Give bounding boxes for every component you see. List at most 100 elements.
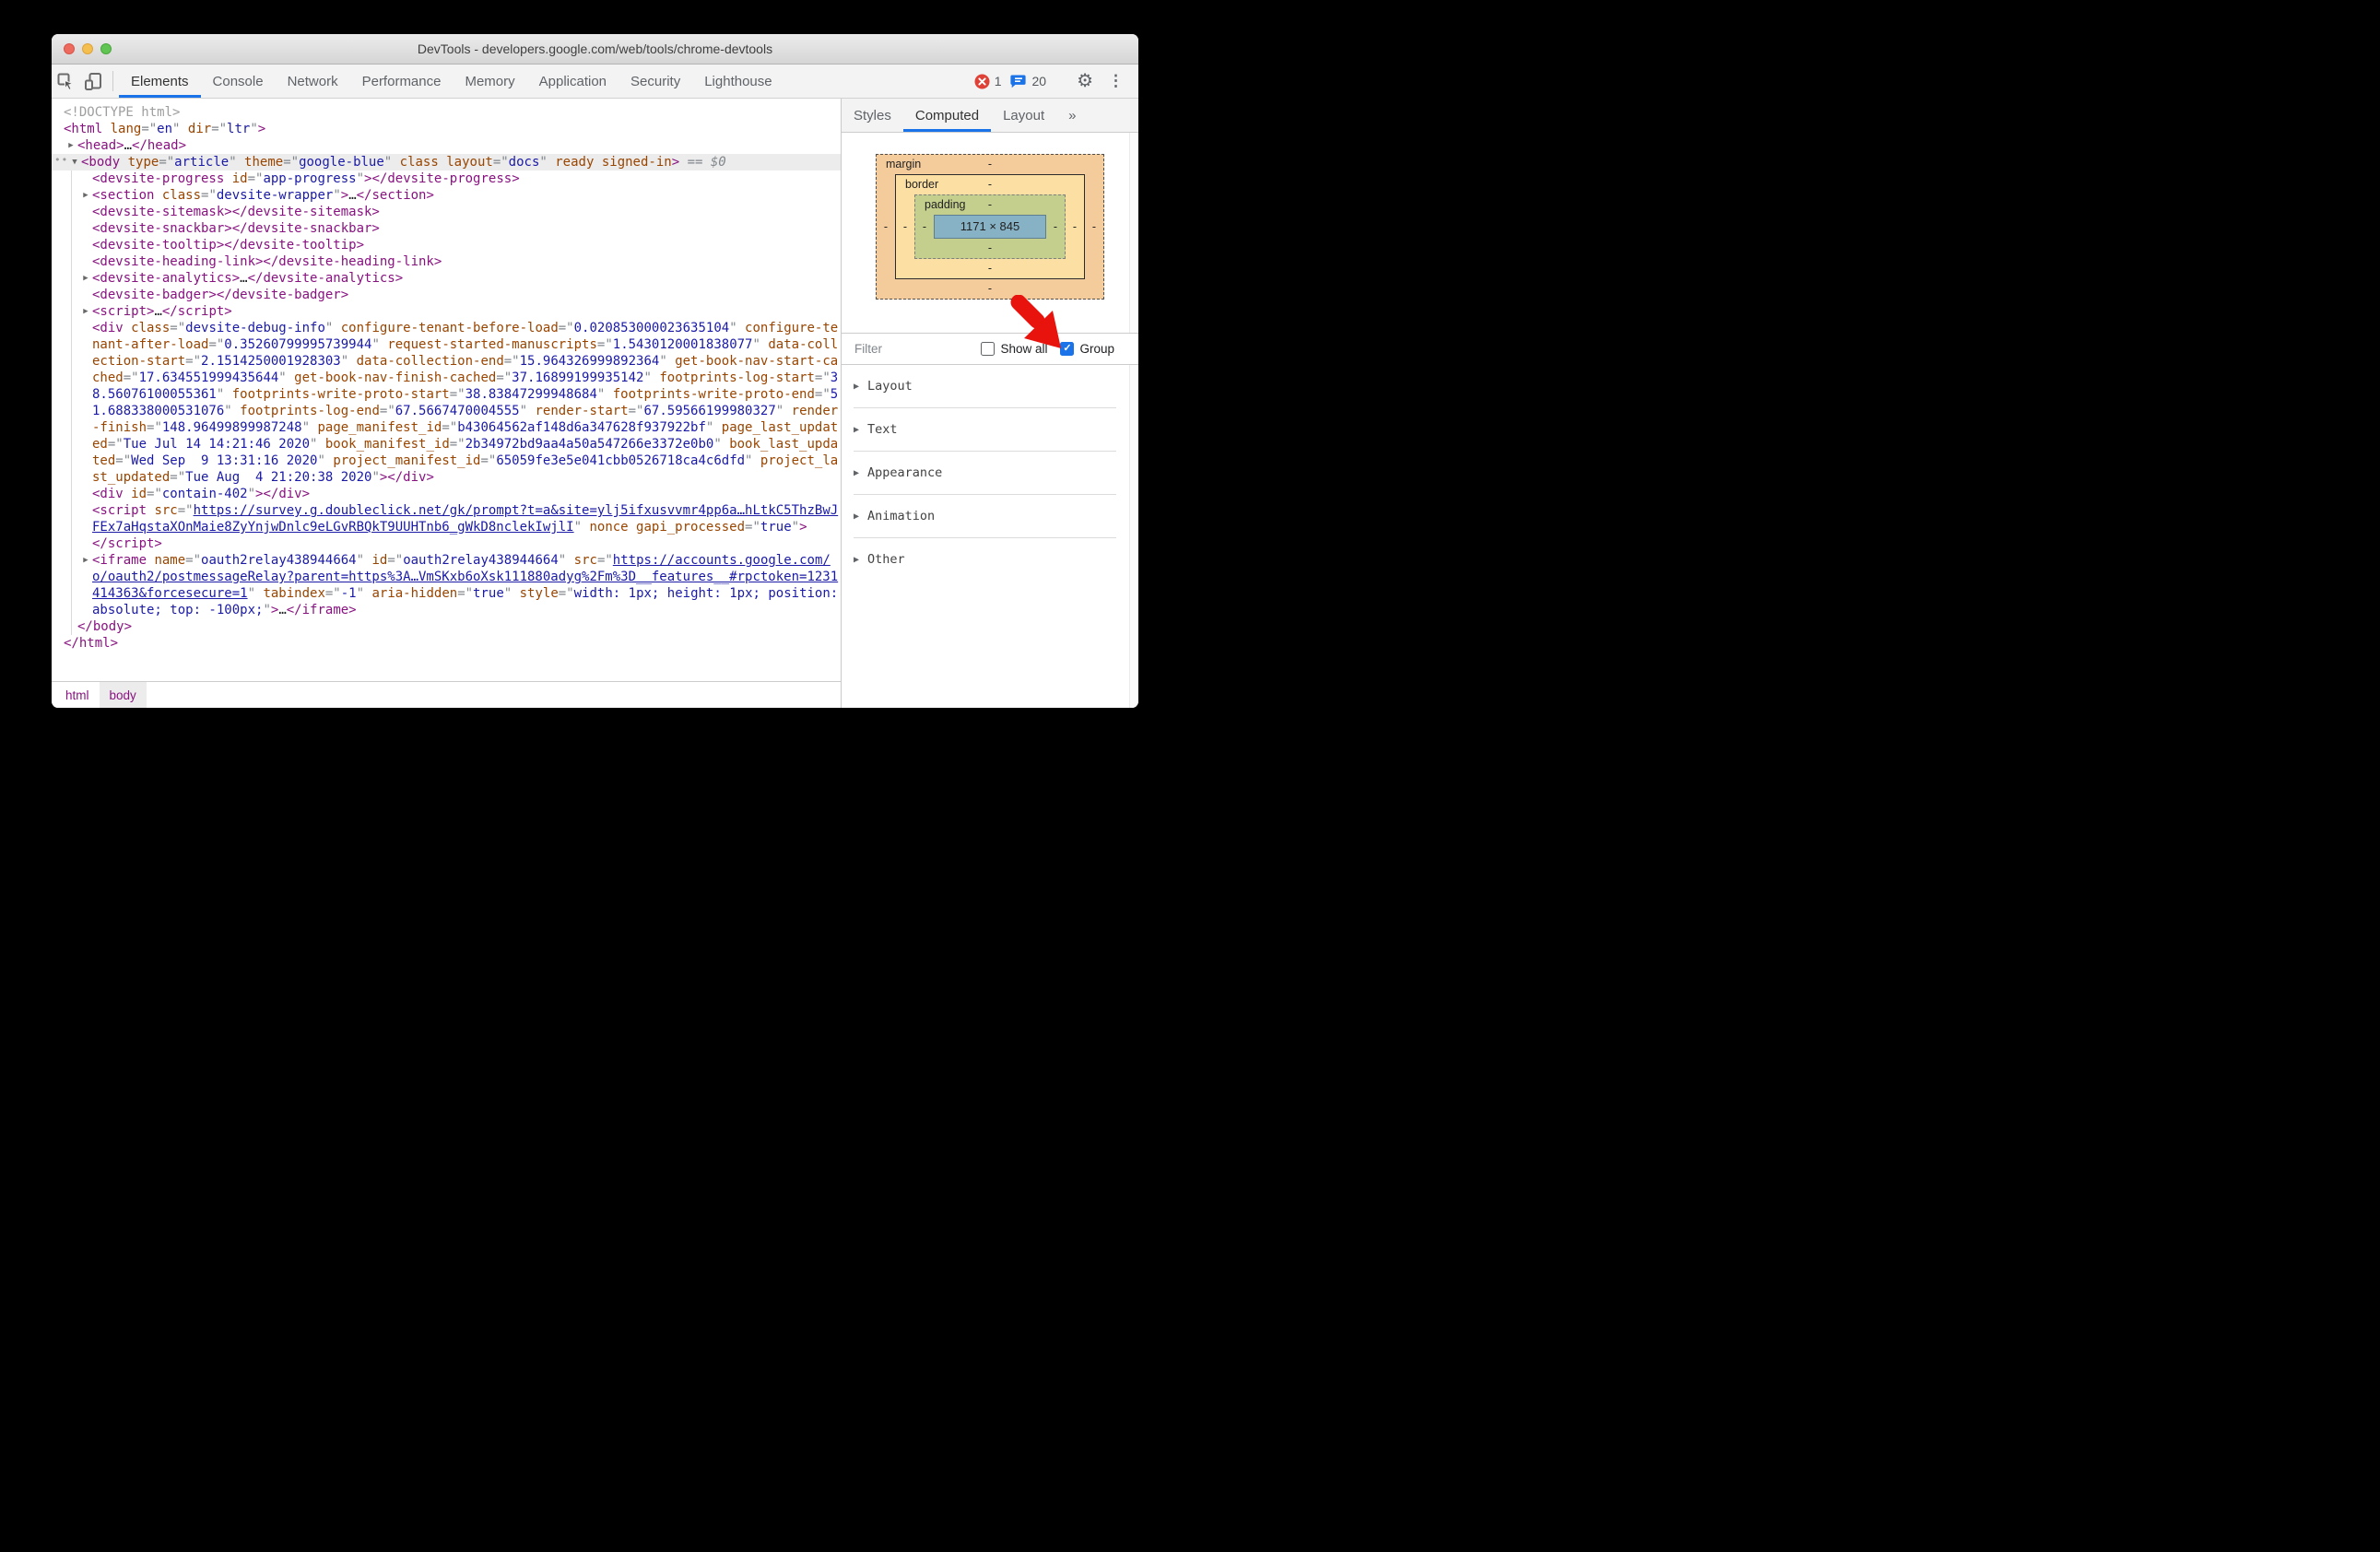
tab-elements[interactable]: Elements xyxy=(119,65,201,98)
box-model[interactable]: margin - - border - - padding - - 1171 ×… xyxy=(876,154,1104,300)
settings-gear-button[interactable]: ⚙ xyxy=(1067,65,1102,98)
more-dots-icon[interactable]: •• xyxy=(54,152,68,169)
disclosure-triangle-icon[interactable]: ▶ xyxy=(854,468,859,478)
attribute-value-token: 38.83847299948684 xyxy=(465,387,597,402)
padding-bottom-value[interactable]: - xyxy=(988,241,992,254)
red-arrow-annotation xyxy=(1010,295,1061,348)
tab-application[interactable]: Application xyxy=(527,65,619,98)
code-line[interactable]: <html lang="en" dir="ltr"> xyxy=(52,121,841,137)
margin-bottom-value[interactable]: - xyxy=(988,282,992,295)
code-line[interactable]: ▶ <script>…</script> xyxy=(52,303,841,320)
breadcrumb-body[interactable]: body xyxy=(99,682,147,708)
code-line[interactable]: ▶ <head>…</head> xyxy=(52,137,841,154)
show-all-checkbox[interactable] xyxy=(981,342,996,356)
padding-top-value[interactable]: - xyxy=(988,198,992,211)
tab-performance[interactable]: Performance xyxy=(350,65,454,98)
tag-token: ></devsite-progress> xyxy=(364,171,520,186)
section-other[interactable]: ▶ Other xyxy=(842,538,1138,581)
section-layout[interactable]: ▶ Layout xyxy=(842,365,1138,407)
sidebar-tab-computed[interactable]: Computed xyxy=(902,99,992,132)
code-line[interactable]: <!DOCTYPE html> xyxy=(52,104,841,121)
attribute-name-token: class xyxy=(154,188,202,203)
margin-top-value[interactable]: - xyxy=(988,158,992,170)
punctuation-token: =" xyxy=(449,437,465,452)
section-animation[interactable]: ▶ Animation xyxy=(842,495,1138,537)
attribute-value-token: 148.96499899987248 xyxy=(161,420,302,435)
code-line[interactable]: <div class="devsite-debug-info" configur… xyxy=(52,320,841,486)
padding-box[interactable]: padding - - 1171 × 845 - - xyxy=(914,194,1066,259)
more-options-kebab-button[interactable]: ⋮ xyxy=(1102,65,1129,98)
code-line[interactable]: ▶ <devsite-analytics>…</devsite-analytics… xyxy=(52,270,841,287)
margin-right-value[interactable]: - xyxy=(1085,220,1103,233)
sidebar-tab-layout[interactable]: Layout xyxy=(991,99,1056,132)
expand-arrow-icon[interactable]: ▼ xyxy=(68,154,81,170)
device-toolbar-button[interactable] xyxy=(79,65,107,98)
code-line[interactable]: <devsite-badger></devsite-badger> xyxy=(52,287,841,303)
disclosure-triangle-icon[interactable]: ▶ xyxy=(854,511,859,522)
code-line[interactable]: </html> xyxy=(52,635,841,652)
content-size[interactable]: 1171 × 845 xyxy=(934,215,1046,239)
code-line[interactable]: •• ▼ <body type="article" theme="google-bl… xyxy=(52,154,841,170)
padding-label: padding xyxy=(925,198,966,211)
expand-arrow-icon[interactable]: ▶ xyxy=(79,270,92,287)
scrollbar[interactable] xyxy=(1129,133,1138,708)
message-count-button[interactable]: 20 xyxy=(1010,74,1055,89)
tag-token: <body xyxy=(81,155,121,170)
code-line[interactable]: <devsite-tooltip></devsite-tooltip> xyxy=(52,237,841,253)
ellipsis-token: … xyxy=(278,603,287,617)
filter-input[interactable] xyxy=(853,341,958,357)
disclosure-triangle-icon[interactable]: ▶ xyxy=(854,425,859,435)
expand-arrow-icon[interactable]: ▶ xyxy=(79,187,92,204)
border-left-value[interactable]: - xyxy=(896,220,914,233)
code-line[interactable]: ▶ <section class="devsite-wrapper">…</sec… xyxy=(52,187,841,204)
attribute-value-token: devsite-wrapper xyxy=(216,188,334,203)
punctuation-token: =" xyxy=(480,453,497,468)
code-line[interactable]: <devsite-heading-link></devsite-heading-… xyxy=(52,253,841,270)
code-line[interactable]: </body> xyxy=(52,618,841,635)
code-line[interactable]: </script> xyxy=(52,535,841,552)
punctuation-token: " xyxy=(356,586,365,601)
tab-console[interactable]: Console xyxy=(201,65,276,98)
border-box[interactable]: border - - padding - - 1171 × 845 - - - … xyxy=(895,174,1085,279)
punctuation-token: =" xyxy=(596,553,613,568)
disclosure-triangle-icon[interactable]: ▶ xyxy=(854,555,859,565)
sidebar-tab-styles[interactable]: Styles xyxy=(842,99,903,132)
border-top-value[interactable]: - xyxy=(988,178,992,191)
error-count-button[interactable]: 1 xyxy=(974,74,1011,89)
tab-lighthouse[interactable]: Lighthouse xyxy=(692,65,784,98)
section-text[interactable]: ▶ Text xyxy=(842,408,1138,451)
punctuation-token: =" xyxy=(247,171,264,186)
tag-token: </script> xyxy=(161,304,232,319)
section-appearance[interactable]: ▶ Appearance xyxy=(842,452,1138,494)
expand-arrow-icon[interactable]: ▶ xyxy=(79,552,92,569)
attribute-name-token: id xyxy=(224,171,248,186)
disclosure-triangle-icon[interactable]: ▶ xyxy=(854,382,859,392)
expand-arrow-icon[interactable]: ▶ xyxy=(79,303,92,320)
border-bottom-value[interactable]: - xyxy=(988,262,992,275)
code-line[interactable]: <devsite-snackbar></devsite-snackbar> xyxy=(52,220,841,237)
group-label[interactable]: Group xyxy=(1079,342,1114,356)
border-right-value[interactable]: - xyxy=(1066,220,1084,233)
margin-left-value[interactable]: - xyxy=(877,220,895,233)
code-line[interactable]: ▶ <iframe name="oauth2relay438944664" id=… xyxy=(52,552,841,618)
padding-right-value[interactable]: - xyxy=(1046,220,1065,233)
breadcrumb-html[interactable]: html xyxy=(55,682,100,708)
inspect-element-button[interactable] xyxy=(52,65,79,98)
code-line[interactable]: <devsite-progress id="app-progress"></de… xyxy=(52,170,841,187)
padding-left-value[interactable]: - xyxy=(915,220,934,233)
error-icon xyxy=(974,74,990,88)
code-line[interactable]: <devsite-sitemask></devsite-sitemask> xyxy=(52,204,841,220)
tab-memory[interactable]: Memory xyxy=(453,65,526,98)
more-tabs-chevron[interactable]: » xyxy=(1056,99,1088,132)
punctuation-token: " xyxy=(503,586,513,601)
tag-token: <devsite-snackbar></devsite-snackbar> xyxy=(92,221,380,236)
message-count: 20 xyxy=(1031,74,1047,88)
code-line[interactable]: <script src="https://survey.g.doubleclic… xyxy=(52,502,841,535)
tag-token: <html xyxy=(64,122,103,136)
punctuation-token: =" xyxy=(170,321,186,335)
code-line[interactable]: <div id="contain-402"></div> xyxy=(52,486,841,502)
tab-network[interactable]: Network xyxy=(276,65,350,98)
attribute-value-token: docs xyxy=(508,155,540,170)
tab-security[interactable]: Security xyxy=(619,65,692,98)
attribute-name-token: render-start xyxy=(527,404,629,418)
